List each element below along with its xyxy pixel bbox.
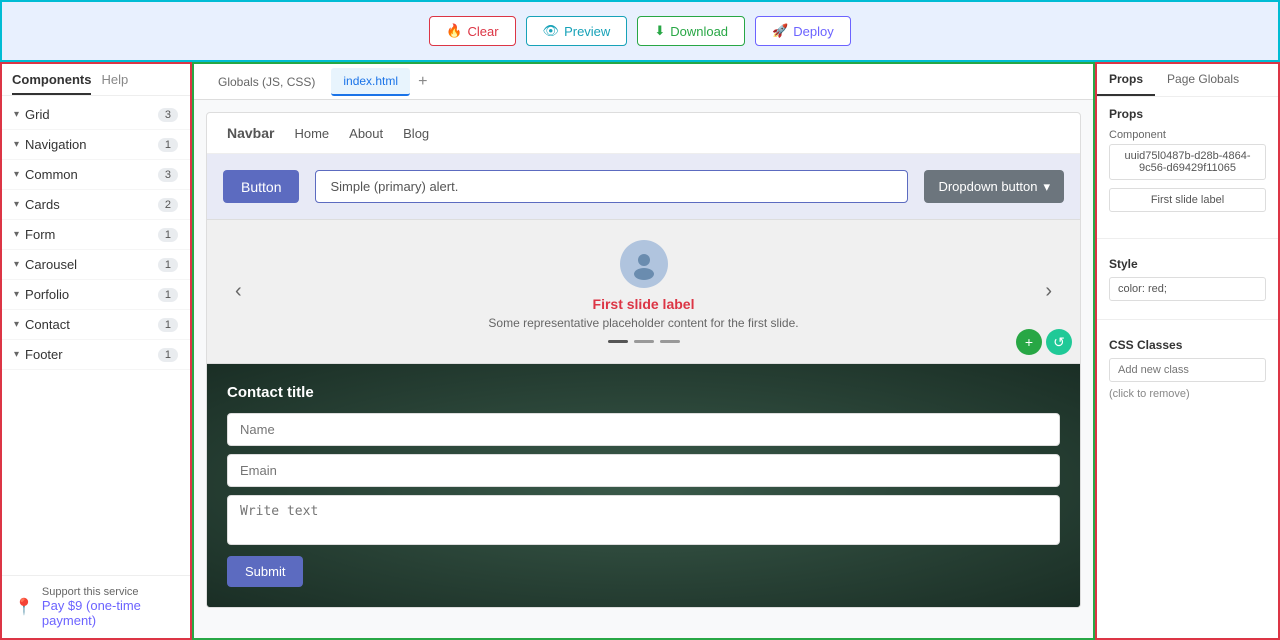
preview-primary-button[interactable]: Button xyxy=(223,170,299,203)
download-button[interactable]: ⬇ Download xyxy=(637,16,745,46)
carousel-actions: + ↺ xyxy=(1016,329,1072,355)
canvas-tab-bar: Globals (JS, CSS) index.html + xyxy=(194,64,1093,100)
component-item-contact[interactable]: ▾ Contact 1 xyxy=(2,310,190,340)
contact-message-input[interactable] xyxy=(227,495,1060,545)
carousel-edit-button[interactable]: ↺ xyxy=(1046,329,1072,355)
tab-index[interactable]: index.html xyxy=(331,68,410,96)
user-avatar-icon xyxy=(626,246,662,282)
carousel-section: ‹ First slide label Some xyxy=(207,219,1080,363)
component-item-carousel[interactable]: ▾ Carousel 1 xyxy=(2,250,190,280)
preview-alert: Simple (primary) alert. xyxy=(315,170,908,203)
chevron-icon: ▾ xyxy=(14,169,19,180)
component-item-common[interactable]: ▾ Common 3 xyxy=(2,160,190,190)
click-to-remove-hint: (click to remove) xyxy=(1109,388,1266,400)
chevron-left-icon: ‹ xyxy=(235,280,242,302)
preview-navbar: Navbar Home About Blog xyxy=(207,113,1080,154)
contact-section: Contact title Submit xyxy=(207,363,1080,607)
component-item-cards[interactable]: ▾ Cards 2 xyxy=(2,190,190,220)
props-section-label: Props xyxy=(1109,107,1266,121)
caret-icon: ▾ xyxy=(1043,179,1050,195)
rocket-icon: 🚀 xyxy=(772,23,788,39)
tab-components[interactable]: Components xyxy=(12,72,91,95)
first-slide-label-input[interactable] xyxy=(1109,188,1266,212)
style-section-label: Style xyxy=(1109,257,1266,271)
component-item-footer[interactable]: ▾ Footer 1 xyxy=(2,340,190,370)
right-panel-tabs: Props Page Globals xyxy=(1097,64,1278,97)
preview-button[interactable]: 👁 Preview xyxy=(526,16,628,46)
contact-submit-button[interactable]: Submit xyxy=(227,556,303,587)
toolbar: 🔥 Clear 👁 Preview ⬇ Download 🚀 Deploy xyxy=(0,0,1280,62)
clear-button[interactable]: 🔥 Clear xyxy=(429,16,515,46)
chevron-icon: ▾ xyxy=(14,319,19,330)
tab-page-globals[interactable]: Page Globals xyxy=(1155,64,1251,96)
canvas-content: Navbar Home About Blog Button Simple (pr… xyxy=(194,100,1093,638)
chevron-icon: ▾ xyxy=(14,229,19,240)
style-section: Style color: red; xyxy=(1097,247,1278,311)
chevron-icon: ▾ xyxy=(14,349,19,360)
carousel-add-button[interactable]: + xyxy=(1016,329,1042,355)
contact-name-input[interactable] xyxy=(227,413,1060,446)
button-alert-row: Button Simple (primary) alert. Dropdown … xyxy=(207,154,1080,219)
download-icon: ⬇ xyxy=(654,23,665,39)
component-item-porfolio[interactable]: ▾ Porfolio 1 xyxy=(2,280,190,310)
carousel-prev-button[interactable]: ‹ xyxy=(227,272,250,311)
chevron-icon: ▾ xyxy=(14,139,19,150)
tab-globals[interactable]: Globals (JS, CSS) xyxy=(206,69,327,95)
preview-dropdown-button[interactable]: Dropdown button ▾ xyxy=(924,170,1064,203)
chevron-icon: ▾ xyxy=(14,109,19,120)
css-classes-section: CSS Classes (click to remove) xyxy=(1097,328,1278,410)
carousel-content: First slide label Some representative pl… xyxy=(250,240,1038,343)
chevron-icon: ▾ xyxy=(14,289,19,300)
component-item-form[interactable]: ▾ Form 1 xyxy=(2,220,190,250)
right-panel: Props Page Globals Props Component uuid7… xyxy=(1095,62,1280,640)
carousel-dot[interactable] xyxy=(608,340,628,343)
carousel-avatar xyxy=(620,240,668,288)
carousel-dot[interactable] xyxy=(660,340,680,343)
tab-props[interactable]: Props xyxy=(1097,64,1155,96)
chevron-icon: ▾ xyxy=(14,259,19,270)
add-tab-button[interactable]: + xyxy=(418,73,427,91)
carousel-next-button[interactable]: › xyxy=(1037,272,1060,311)
chevron-right-icon: › xyxy=(1045,280,1052,302)
carousel-description: Some representative placeholder content … xyxy=(250,316,1038,330)
carousel-dots xyxy=(250,340,1038,343)
contact-email-input[interactable] xyxy=(227,454,1060,487)
eye-icon: 👁 xyxy=(543,23,560,39)
deploy-button[interactable]: 🚀 Deploy xyxy=(755,16,851,46)
component-list: ▾ Grid 3 ▾ Navigation 1 ▾ Common xyxy=(2,96,190,575)
component-id-label: Component xyxy=(1109,129,1266,141)
add-class-input[interactable] xyxy=(1109,358,1266,382)
location-icon: 📍 xyxy=(14,597,34,617)
center-canvas: Globals (JS, CSS) index.html + Navbar Ho… xyxy=(192,62,1095,640)
style-value[interactable]: color: red; xyxy=(1109,277,1266,301)
props-section: Props Component uuid75l0487b-d28b-4864-9… xyxy=(1097,97,1278,230)
fire-icon: 🔥 xyxy=(446,23,462,39)
preview-frame: Navbar Home About Blog Button Simple (pr… xyxy=(206,112,1081,608)
left-sidebar: Components Help ▾ Grid 3 ▾ Navigation 1 xyxy=(0,62,192,640)
component-item-navigation[interactable]: ▾ Navigation 1 xyxy=(2,130,190,160)
component-id-value: uuid75l0487b-d28b-4864-9c56-d69429f11065 xyxy=(1109,144,1266,180)
carousel-dot[interactable] xyxy=(634,340,654,343)
component-item-grid[interactable]: ▾ Grid 3 xyxy=(2,100,190,130)
contact-title: Contact title xyxy=(227,384,1060,401)
css-classes-label: CSS Classes xyxy=(1109,338,1266,352)
sidebar-tabs: Components Help xyxy=(2,64,190,96)
tab-help[interactable]: Help xyxy=(101,72,128,95)
chevron-icon: ▾ xyxy=(14,199,19,210)
sidebar-footer: 📍 Support this service Pay $9 (one-time … xyxy=(2,575,190,638)
carousel-title: First slide label xyxy=(250,296,1038,312)
